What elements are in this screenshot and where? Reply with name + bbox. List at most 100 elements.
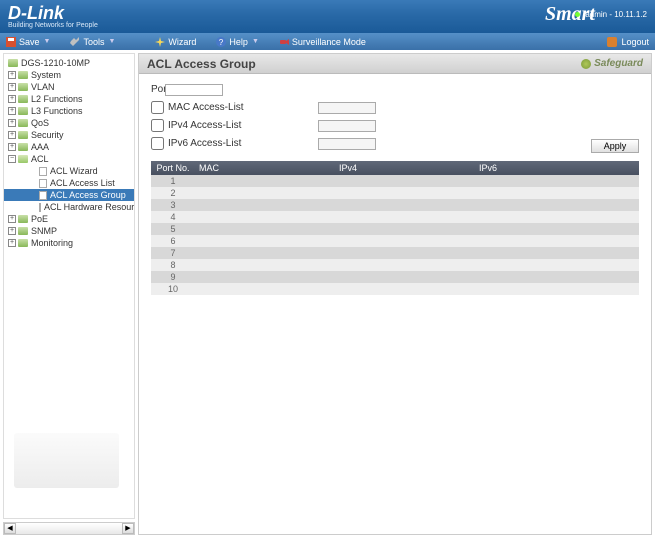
cell-mac <box>195 247 335 259</box>
save-label: Save <box>19 37 40 47</box>
plus-icon[interactable]: + <box>8 227 16 235</box>
surveillance-icon <box>279 37 289 47</box>
svg-text:?: ? <box>219 38 224 47</box>
ipv4-value-input[interactable] <box>318 120 376 132</box>
tree-acl-hw[interactable]: ACL Hardware Resource Statu <box>4 201 134 213</box>
safeguard-badge: Safeguard <box>581 58 643 69</box>
folder-open-icon <box>18 155 28 163</box>
plus-icon[interactable]: + <box>8 215 16 223</box>
tree-acl-list[interactable]: ACL Access List <box>4 177 134 189</box>
port-row: Port <box>151 82 639 97</box>
folder-icon <box>18 239 28 247</box>
tree-l2[interactable]: +L2 Functions <box>4 93 134 105</box>
cell-ipv6 <box>475 223 639 235</box>
port-input[interactable] <box>165 84 223 96</box>
help-menu[interactable]: ? Help▼ <box>216 37 258 47</box>
wizard-button[interactable]: Wizard <box>155 37 196 47</box>
cell-ipv4 <box>335 247 475 259</box>
cell-mac <box>195 235 335 247</box>
cell-port: 4 <box>151 211 195 223</box>
mac-checkbox[interactable] <box>151 101 164 114</box>
plus-icon[interactable]: + <box>8 131 16 139</box>
sidebar: DGS-1210-10MP +System +VLAN +L2 Function… <box>3 53 135 519</box>
plus-icon[interactable]: + <box>8 119 16 127</box>
main-area: DGS-1210-10MP +System +VLAN +L2 Function… <box>0 50 655 538</box>
cell-mac <box>195 271 335 283</box>
folder-icon <box>18 95 28 103</box>
brand-text: D-Link <box>8 3 64 23</box>
ipv4-checkbox[interactable] <box>151 119 164 132</box>
folder-icon <box>18 83 28 91</box>
page-icon <box>39 179 47 188</box>
table-row: 9 <box>151 271 639 283</box>
tree-vlan[interactable]: +VLAN <box>4 81 134 93</box>
logout-icon <box>607 37 617 47</box>
cell-port: 6 <box>151 235 195 247</box>
plus-icon[interactable]: + <box>8 239 16 247</box>
chevron-down-icon: ▼ <box>44 38 51 45</box>
tree-l3[interactable]: +L3 Functions <box>4 105 134 117</box>
logout-button[interactable]: Logout <box>607 37 649 47</box>
tree-snmp[interactable]: +SNMP <box>4 225 134 237</box>
page-icon <box>39 191 47 200</box>
tree-device[interactable]: DGS-1210-10MP <box>4 57 134 69</box>
ipv6-value-input[interactable] <box>318 138 376 150</box>
tools-menu[interactable]: Tools▼ <box>70 37 115 47</box>
folder-icon <box>18 131 28 139</box>
tree-aaa[interactable]: +AAA <box>4 141 134 153</box>
safeguard-icon <box>581 59 591 69</box>
table-row: 8 <box>151 259 639 271</box>
tree-system[interactable]: +System <box>4 69 134 81</box>
plus-icon[interactable]: + <box>8 83 16 91</box>
logout-label: Logout <box>621 37 649 47</box>
admin-info: admin - 10.11.1.2 <box>575 10 647 19</box>
content-panel: ACL Access Group Safeguard Port MAC Acce… <box>138 53 652 535</box>
cell-port: 1 <box>151 175 195 187</box>
tree-poe[interactable]: +PoE <box>4 213 134 225</box>
scroll-right-icon[interactable]: ▶ <box>122 523 134 534</box>
folder-icon <box>18 71 28 79</box>
minus-icon[interactable]: − <box>8 155 16 163</box>
cell-ipv6 <box>475 187 639 199</box>
scroll-left-icon[interactable]: ◀ <box>4 523 16 534</box>
tree-qos[interactable]: +QoS <box>4 117 134 129</box>
table-row: 6 <box>151 235 639 247</box>
apply-button[interactable]: Apply <box>591 139 639 153</box>
cell-port: 10 <box>151 283 195 295</box>
tree-acl-wizard[interactable]: ACL Wizard <box>4 165 134 177</box>
brand-tagline: Building Networks for People <box>8 22 98 29</box>
sidebar-scrollbar[interactable]: ◀ ▶ <box>3 522 135 535</box>
tree-acl-group[interactable]: ACL Access Group <box>4 189 134 201</box>
ipv6-checkbox[interactable] <box>151 137 164 150</box>
table-row: 4 <box>151 211 639 223</box>
tree-acl[interactable]: −ACL <box>4 153 134 165</box>
plus-icon[interactable]: + <box>8 71 16 79</box>
page-icon <box>39 167 47 176</box>
plus-icon[interactable]: + <box>8 95 16 103</box>
cell-ipv6 <box>475 199 639 211</box>
device-icon <box>8 59 18 67</box>
toolbar: Save ▼ Tools▼ Wizard ? Help▼ Surveillance… <box>0 33 655 50</box>
mac-value-input[interactable] <box>318 102 376 114</box>
cell-ipv6 <box>475 259 639 271</box>
tree-monitoring[interactable]: +Monitoring <box>4 237 134 249</box>
col-port: Port No. <box>151 161 195 175</box>
tools-icon <box>70 37 80 47</box>
col-mac: MAC <box>195 161 335 175</box>
scroll-track[interactable] <box>16 523 122 534</box>
table-row: 1 <box>151 175 639 187</box>
tree-security[interactable]: +Security <box>4 129 134 141</box>
cell-ipv4 <box>335 211 475 223</box>
cell-mac <box>195 211 335 223</box>
surveillance-button[interactable]: Surveillance Mode <box>279 37 366 47</box>
plus-icon[interactable]: + <box>8 143 16 151</box>
plus-icon[interactable]: + <box>8 107 16 115</box>
surveillance-label: Surveillance Mode <box>292 37 366 47</box>
col-ipv4: IPv4 <box>335 161 475 175</box>
col-ipv6: IPv6 <box>475 161 639 175</box>
ipv4-row: IPv4 Access-List <box>151 118 639 133</box>
cell-mac <box>195 283 335 295</box>
save-menu[interactable]: Save ▼ <box>6 37 50 47</box>
folder-icon <box>18 143 28 151</box>
cell-ipv6 <box>475 175 639 187</box>
